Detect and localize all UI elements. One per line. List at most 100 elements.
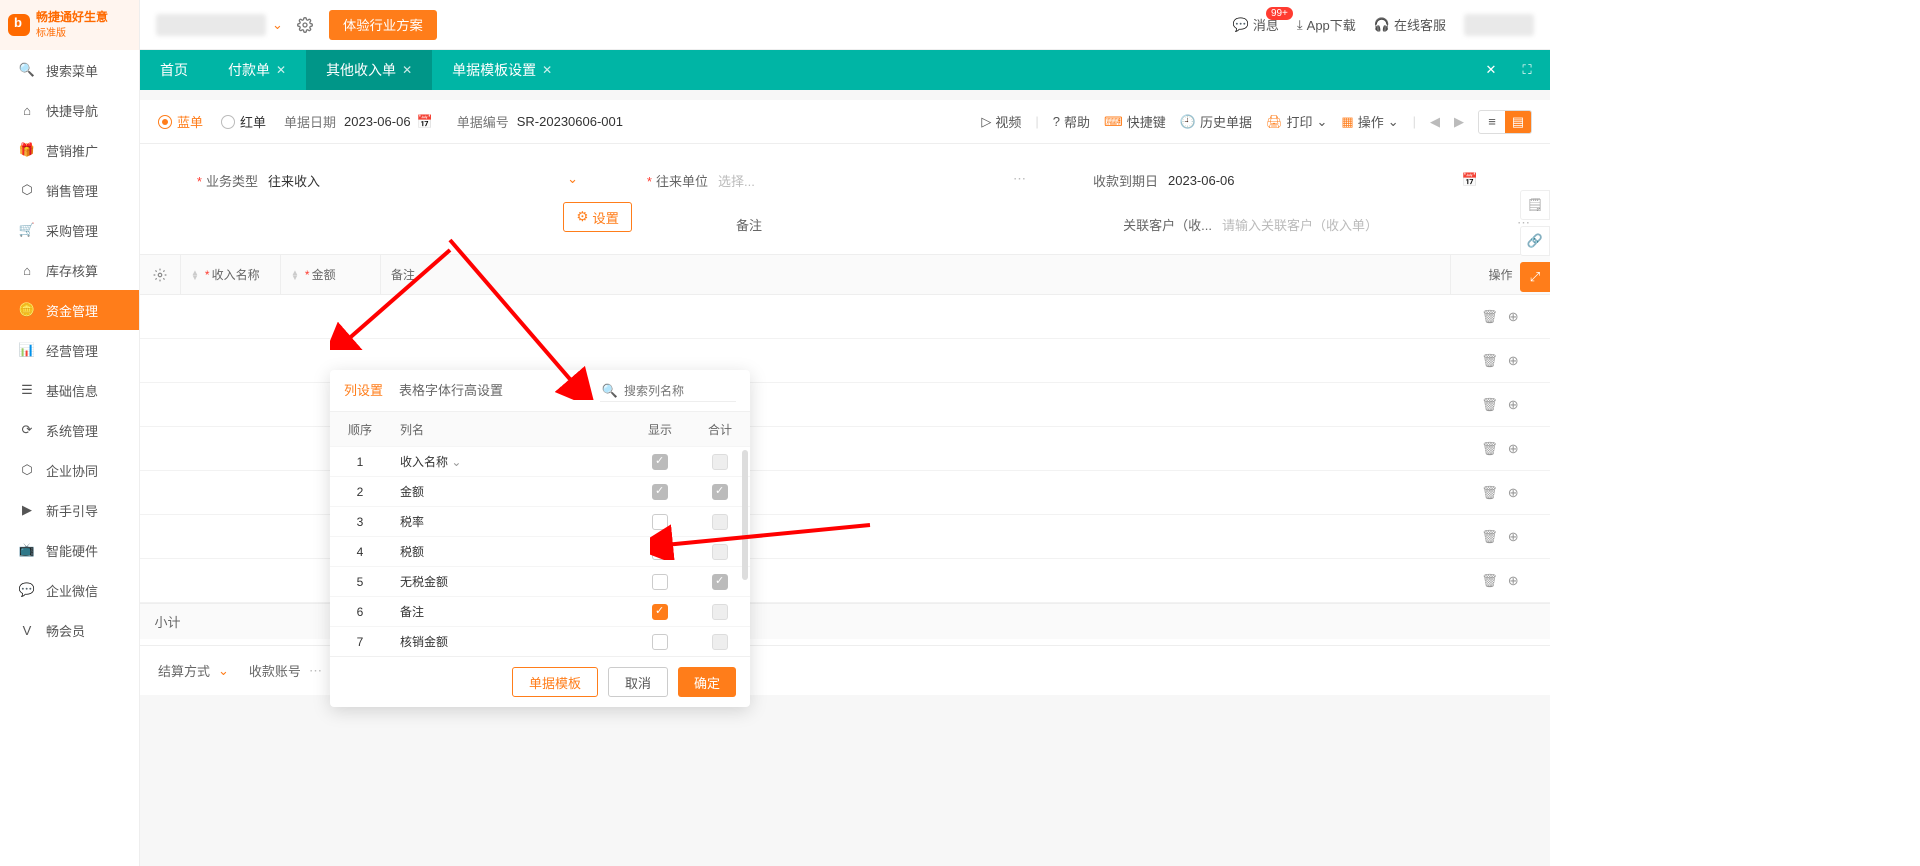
column-settings-gear-icon[interactable]: [140, 268, 180, 282]
template-button[interactable]: 单据模板: [512, 667, 598, 697]
online-service-link[interactable]: 🎧 在线客服: [1374, 15, 1446, 34]
view-list-icon[interactable]: ≡: [1479, 111, 1505, 133]
shortcut-link[interactable]: ⌨快捷键: [1104, 112, 1166, 131]
column-settings-popover: 列设置 表格字体行高设置 🔍 顺序 列名 显示 合计 1 收入名称 ⌄ 2 金额: [330, 370, 750, 707]
col-name: 核销金额: [390, 633, 630, 650]
copy-icon[interactable]: ⊕: [1508, 573, 1519, 589]
settings-button[interactable]: ⚙ 设置: [563, 202, 632, 232]
col-order: 4: [330, 545, 390, 559]
tab[interactable]: 其他收入单✕: [306, 50, 432, 90]
tab-close-icon[interactable]: ✕: [542, 63, 552, 77]
sidebar-item[interactable]: ▶新手引导: [0, 490, 139, 530]
col-name: 税率: [390, 513, 630, 530]
popover-tab-columns[interactable]: 列设置: [344, 380, 383, 403]
sidebar-item[interactable]: ⟳系统管理: [0, 410, 139, 450]
doc-date-value[interactable]: 2023-06-06: [344, 114, 411, 129]
view-detail-icon[interactable]: ▤: [1505, 111, 1531, 133]
copy-icon[interactable]: ⊕: [1508, 485, 1519, 501]
radio-blue[interactable]: 蓝单: [158, 112, 203, 131]
delete-icon[interactable]: 🗑: [1481, 573, 1498, 589]
org-caret-icon[interactable]: ⌄: [272, 17, 283, 33]
sidebar-item[interactable]: 📺智能硬件: [0, 530, 139, 570]
th-amount[interactable]: ▲▼*金额: [280, 255, 380, 294]
app-download-link[interactable]: ⤓ App下载: [1297, 15, 1356, 34]
popover-tab-font[interactable]: 表格字体行高设置: [399, 380, 503, 403]
copy-icon[interactable]: ⊕: [1508, 309, 1519, 325]
nav-icon: ⌂: [18, 261, 36, 279]
col-order: 2: [330, 485, 390, 499]
cancel-button[interactable]: 取消: [608, 667, 668, 697]
calendar-icon[interactable]: 📅: [1462, 172, 1478, 188]
print-link[interactable]: 🖨打印⌄: [1266, 112, 1327, 131]
popover-th-order: 顺序: [330, 421, 390, 438]
show-checkbox[interactable]: [652, 544, 668, 560]
sidebar-item[interactable]: ⬡销售管理: [0, 170, 139, 210]
settle-account[interactable]: 收款账号 ⋯: [249, 661, 322, 680]
messages-link[interactable]: 💬 消息 99+: [1233, 15, 1279, 34]
delete-icon[interactable]: 🗑: [1481, 485, 1498, 501]
prev-icon[interactable]: ◀: [1430, 114, 1440, 130]
topbar-gear-icon[interactable]: [297, 17, 313, 33]
scrollbar[interactable]: [742, 450, 748, 580]
delete-icon[interactable]: 🗑: [1481, 353, 1498, 369]
column-setting-row: 7 核销金额: [330, 626, 750, 656]
delete-icon[interactable]: 🗑: [1481, 309, 1498, 325]
chevron-down-icon: ⌄: [218, 663, 229, 679]
operate-link[interactable]: ▦操作⌄: [1341, 112, 1398, 131]
sidebar-item[interactable]: ☰基础信息: [0, 370, 139, 410]
biz-type-select[interactable]: 往来收入 ⌄: [268, 171, 578, 190]
sidebar-item[interactable]: 💬企业微信: [0, 570, 139, 610]
sidebar-item[interactable]: 🔍搜索菜单: [0, 50, 139, 90]
show-checkbox[interactable]: [652, 514, 668, 530]
calendar-icon[interactable]: 📅: [417, 114, 433, 130]
sidebar-item[interactable]: ⬡企业协同: [0, 450, 139, 490]
th-income[interactable]: ▲▼*收入名称: [180, 255, 280, 294]
sidebar-item[interactable]: 📊经营管理: [0, 330, 139, 370]
tab-close-icon[interactable]: ✕: [1478, 57, 1504, 83]
tab[interactable]: 付款单✕: [208, 50, 306, 90]
rail-note-icon[interactable]: 🗒: [1520, 190, 1550, 220]
tab[interactable]: 首页: [140, 50, 208, 90]
copy-icon[interactable]: ⊕: [1508, 441, 1519, 457]
show-checkbox[interactable]: [652, 604, 668, 620]
sidebar-item[interactable]: ⌂快捷导航: [0, 90, 139, 130]
due-date-input[interactable]: 2023-06-06: [1168, 173, 1456, 188]
copy-icon[interactable]: ⊕: [1508, 529, 1519, 545]
table-row[interactable]: 🗑⊕: [140, 295, 1550, 339]
popover-search-input[interactable]: [624, 384, 734, 398]
biz-type-label: 业务类型: [158, 171, 258, 190]
party-select[interactable]: 选择... ⋯: [718, 171, 1028, 190]
ok-button[interactable]: 确定: [678, 667, 736, 697]
trial-button[interactable]: 体验行业方案: [329, 10, 437, 40]
th-remark[interactable]: 备注: [380, 255, 1450, 294]
rel-customer-input[interactable]: 请输入关联客户（收入单） ⋯: [1222, 215, 1532, 234]
sidebar-item[interactable]: 🛒采购管理: [0, 210, 139, 250]
radio-red[interactable]: 红单: [221, 112, 266, 131]
copy-icon[interactable]: ⊕: [1508, 353, 1519, 369]
settle-method[interactable]: 结算方式 ⌄: [158, 661, 229, 680]
rail-link-icon[interactable]: 🔗: [1520, 226, 1550, 256]
delete-icon[interactable]: 🗑: [1481, 397, 1498, 413]
video-link[interactable]: ▷视频: [981, 112, 1021, 131]
sidebar-item[interactable]: 🪙资金管理: [0, 290, 139, 330]
tab-close-icon[interactable]: ✕: [402, 63, 412, 77]
sidebar-item[interactable]: 🎁营销推广: [0, 130, 139, 170]
show-checkbox[interactable]: [652, 634, 668, 650]
chevron-down-icon[interactable]: ⌄: [451, 455, 461, 469]
more-icon[interactable]: ⋯: [1013, 171, 1028, 187]
next-icon[interactable]: ▶: [1454, 114, 1464, 130]
tab-close-icon[interactable]: ✕: [276, 63, 286, 77]
delete-icon[interactable]: 🗑: [1481, 441, 1498, 457]
sidebar-item[interactable]: ⌂库存核算: [0, 250, 139, 290]
messages-badge: 99+: [1266, 7, 1293, 20]
delete-icon[interactable]: 🗑: [1481, 529, 1498, 545]
show-checkbox[interactable]: [652, 574, 668, 590]
history-link[interactable]: 🕘历史单据: [1180, 112, 1252, 131]
help-link[interactable]: ?帮助: [1053, 112, 1090, 131]
rail-expand-icon[interactable]: ⤢: [1520, 262, 1550, 292]
sidebar-item[interactable]: V畅会员: [0, 610, 139, 650]
tab[interactable]: 单据模板设置✕: [432, 50, 572, 90]
copy-icon[interactable]: ⊕: [1508, 397, 1519, 413]
user-blurred[interactable]: [1464, 14, 1534, 36]
tab-expand-icon[interactable]: ⛶: [1514, 57, 1540, 83]
